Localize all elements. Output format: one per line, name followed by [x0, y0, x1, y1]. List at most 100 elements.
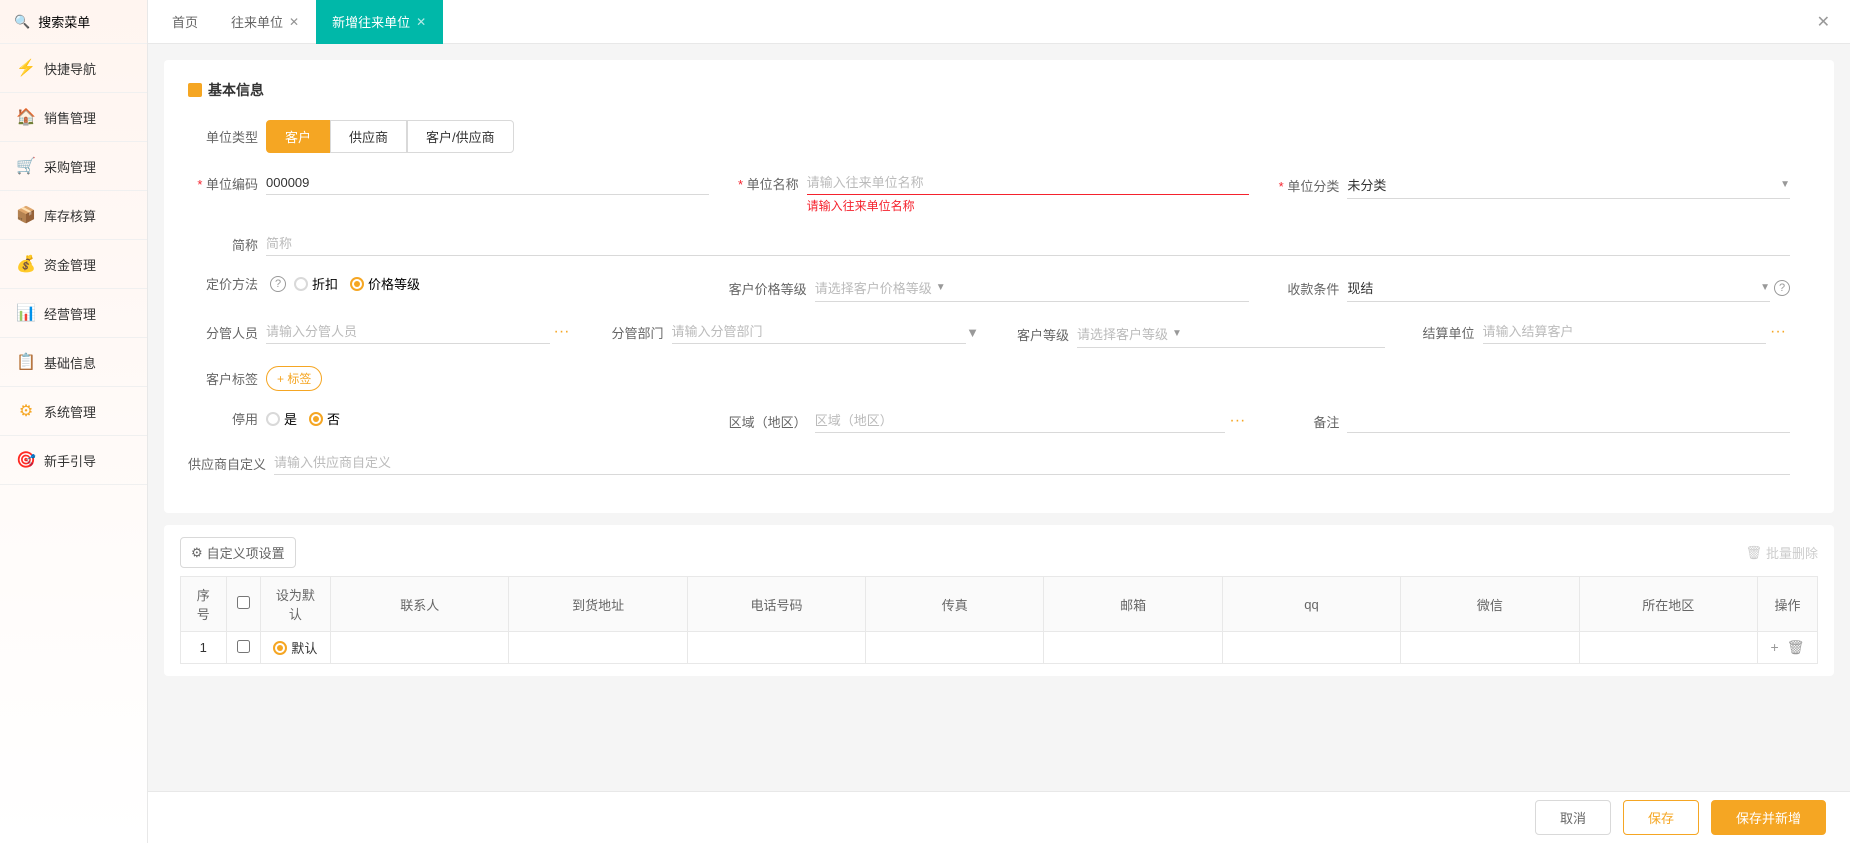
tab-new-partner-close[interactable]: ✕ [416, 15, 426, 29]
wechat-input[interactable] [1411, 640, 1568, 655]
tab-partners[interactable]: 往来单位 ✕ [215, 0, 316, 44]
sidebar-item-purchase[interactable]: 🛒 采购管理 [0, 142, 147, 191]
customer-price-level-select[interactable]: 请选择客户价格等级 ▼ [815, 274, 1250, 302]
pricing-help-icon[interactable]: ? [270, 276, 286, 292]
pricing-discount-label: 折扣 [312, 274, 338, 293]
unit-code-input[interactable] [266, 171, 709, 195]
customer-price-chevron: ▼ [936, 282, 946, 293]
qq-input[interactable] [1233, 640, 1391, 655]
row-default-circle [273, 641, 287, 655]
customer-level-select[interactable]: 请选择客户等级 ▼ [1077, 320, 1385, 348]
table-toolbar: ⚙ 自定义项设置 🗑 批量删除 [180, 537, 1818, 568]
tab-home[interactable]: 首页 [156, 0, 215, 44]
unit-name-input[interactable] [807, 171, 1250, 195]
row-address[interactable] [509, 632, 687, 664]
contacts-table-section: ⚙ 自定义项设置 🗑 批量删除 序号 设为默认 联系人 到货地址 电话 [164, 525, 1834, 676]
sidebar-inventory-label: 库存核算 [44, 206, 96, 225]
sidebar-item-operations[interactable]: 📊 经营管理 [0, 289, 147, 338]
sidebar-search-label: 搜索菜单 [38, 12, 90, 31]
save-button[interactable]: 保存 [1623, 800, 1699, 835]
customer-level-label: 客户等级 [999, 325, 1069, 344]
cancel-button[interactable]: 取消 [1535, 800, 1611, 835]
tab-new-partner[interactable]: 新增往来单位 ✕ [316, 0, 443, 44]
row-region-input[interactable] [1590, 640, 1747, 655]
row-contact[interactable] [331, 632, 509, 664]
basic-info-card: 基本信息 单位类型 客户 供应商 客户/供应商 单位编码 [164, 60, 1834, 513]
disabled-no[interactable]: 否 [309, 409, 340, 428]
batch-delete-button[interactable]: 🗑 批量删除 [1745, 543, 1818, 562]
department-input[interactable] [672, 320, 967, 344]
type-btn-customer[interactable]: 客户 [266, 120, 330, 153]
disabled-yes-circle [266, 412, 280, 426]
pricing-discount-circle [294, 277, 308, 291]
row-fax[interactable] [866, 632, 1044, 664]
sidebar-item-search[interactable]: 🔍 搜索菜单 [0, 0, 147, 44]
col-region: 所在地区 [1579, 577, 1757, 632]
manager-more-btn[interactable]: ··· [550, 323, 574, 341]
remarks-input[interactable] [1347, 409, 1790, 433]
payment-help-icon[interactable]: ? [1774, 280, 1790, 296]
customer-level-placeholder: 请选择客户等级 [1077, 324, 1168, 343]
tab-partners-close[interactable]: ✕ [289, 15, 299, 29]
row-default-radio[interactable]: 默认 [271, 638, 321, 657]
type-btn-supplier[interactable]: 供应商 [330, 120, 407, 153]
sidebar-item-quicknav[interactable]: ⚡ 快捷导航 [0, 44, 147, 93]
pricing-level-label: 价格等级 [368, 274, 420, 293]
unit-name-field: 单位名称 请输入往来单位名称 [729, 171, 1250, 214]
address-input[interactable] [519, 640, 676, 655]
fax-input[interactable] [876, 640, 1033, 655]
pricing-method-field: 定价方法 ? 折扣 价格等级 [188, 274, 709, 293]
window-close-button[interactable]: ✕ [1805, 12, 1842, 32]
delete-row-icon[interactable]: 🗑 [1787, 639, 1805, 656]
customer-price-level-field: 客户价格等级 请选择客户价格等级 ▼ [729, 274, 1250, 302]
row-checkbox-1[interactable] [237, 640, 250, 653]
phone-input[interactable] [698, 640, 855, 655]
add-tag-button[interactable]: + 标签 [266, 366, 322, 391]
disabled-yes[interactable]: 是 [266, 409, 297, 428]
save-new-button[interactable]: 保存并新增 [1711, 800, 1826, 835]
add-row-icon[interactable]: + [1771, 639, 1779, 656]
sidebar-item-guide[interactable]: 🎯 新手引导 [0, 436, 147, 485]
payment-terms-chevron: ▼ [1760, 282, 1770, 293]
row-qq[interactable] [1222, 632, 1401, 664]
select-all-checkbox[interactable] [237, 596, 250, 609]
sidebar-item-sales[interactable]: 🏠 销售管理 [0, 93, 147, 142]
sidebar-item-inventory[interactable]: 📦 库存核算 [0, 191, 147, 240]
sidebar-item-finance[interactable]: 💰 资金管理 [0, 240, 147, 289]
email-input[interactable] [1054, 640, 1211, 655]
settlement-more-btn[interactable]: ··· [1766, 323, 1790, 341]
pricing-radio-group: 折扣 价格等级 [294, 274, 420, 293]
payment-terms-select[interactable]: 现结 ▼ [1347, 274, 1770, 302]
short-name-input[interactable] [266, 232, 1790, 256]
pricing-radio-discount[interactable]: 折扣 [294, 274, 338, 293]
contact-input[interactable] [341, 640, 498, 655]
row-email[interactable] [1044, 632, 1222, 664]
supplier-custom-input[interactable] [274, 451, 1790, 475]
department-label: 分管部门 [594, 323, 664, 342]
unit-category-select[interactable]: 未分类 ▼ [1347, 171, 1790, 199]
unit-code-label: 单位编码 [188, 174, 258, 193]
manager-row: 分管人员 ··· 分管部门 ▼ 客户等级 请选择客户等级 ▼ [188, 320, 1810, 348]
remarks-label: 备注 [1269, 412, 1339, 431]
region-input[interactable] [815, 409, 1226, 433]
pricing-radio-level[interactable]: 价格等级 [350, 274, 420, 293]
manager-input[interactable] [266, 320, 550, 344]
section-title: 基本信息 [188, 80, 1810, 100]
col-contact: 联系人 [331, 577, 509, 632]
type-btn-both[interactable]: 客户/供应商 [407, 120, 514, 153]
pricing-method-label: 定价方法 [188, 274, 258, 293]
custom-settings-button[interactable]: ⚙ 自定义项设置 [180, 537, 296, 568]
sidebar-item-basic[interactable]: 📋 基础信息 [0, 338, 147, 387]
row-wechat[interactable] [1401, 632, 1579, 664]
row-region[interactable] [1579, 632, 1757, 664]
row-seq: 1 [181, 632, 227, 664]
sidebar-item-system[interactable]: ⚙ 系统管理 [0, 387, 147, 436]
disabled-label: 停用 [188, 409, 258, 428]
customer-tag-label: 客户标签 [188, 369, 258, 388]
settlement-input[interactable] [1483, 320, 1767, 344]
sales-icon: 🏠 [16, 107, 36, 127]
row-phone[interactable] [687, 632, 865, 664]
region-more-btn[interactable]: ··· [1225, 412, 1249, 430]
tab-home-label: 首页 [172, 12, 198, 31]
sidebar: 🔍 搜索菜单 ⚡ 快捷导航 🏠 销售管理 🛒 采购管理 📦 库存核算 💰 资金管… [0, 0, 148, 843]
